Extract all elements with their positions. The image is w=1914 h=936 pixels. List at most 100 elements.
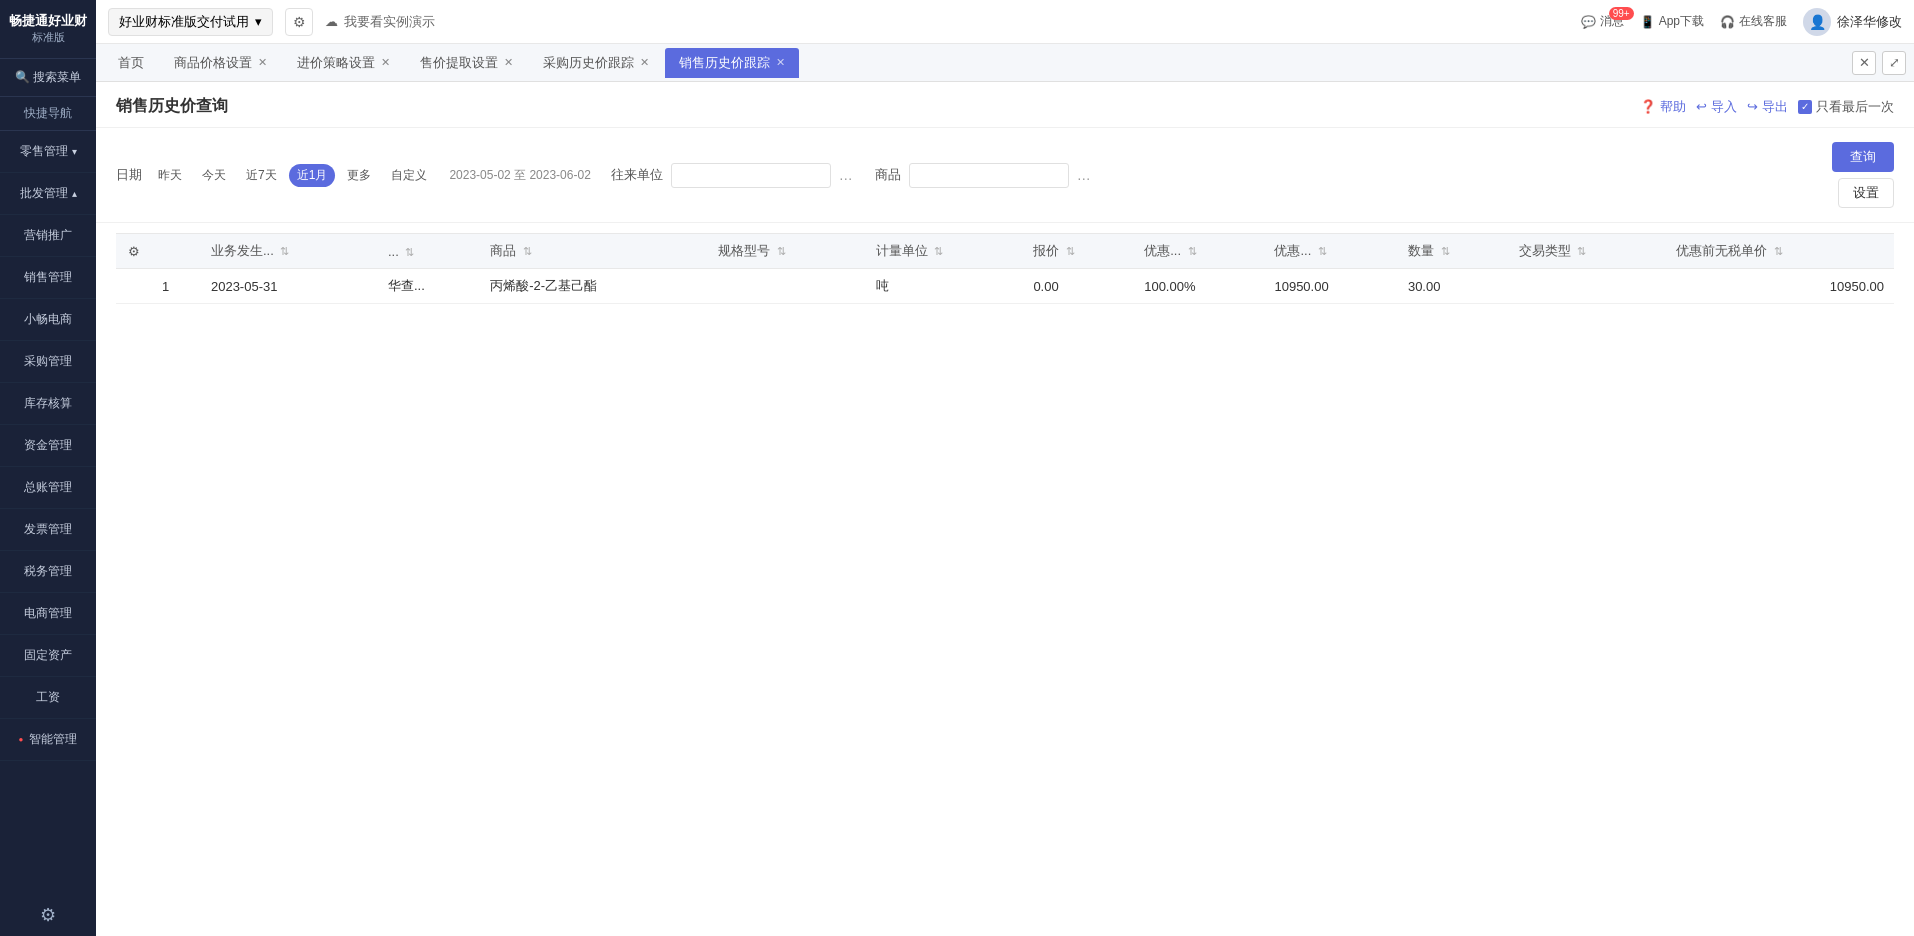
col-spec-label: 规格型号 — [718, 243, 770, 258]
sidebar-item-purchase[interactable]: 采购管理 — [0, 341, 96, 383]
date-filter: 日期 昨天 今天 近7天 近1月 更多 自定义 2023-05-02 至 202… — [116, 164, 591, 187]
sidebar-item-salary[interactable]: 工资 — [0, 677, 96, 719]
export-link[interactable]: ↪ 导出 — [1747, 98, 1788, 116]
sidebar-item-ledger[interactable]: 总账管理 — [0, 467, 96, 509]
sidebar-item-retail[interactable]: 零售管理 ▾ — [0, 131, 96, 173]
topbar: 好业财标准版交付试用 ▾ ⚙ ☁ 我要看实例演示 💬 消息 99+ 📱 App下… — [96, 0, 1914, 44]
partner-dots[interactable]: … — [839, 167, 855, 183]
tab-home[interactable]: 首页 — [104, 48, 158, 78]
partner-label: 往来单位 — [611, 166, 663, 184]
only-last-checkbox[interactable]: 只看最后一次 — [1798, 98, 1894, 116]
sidebar-settings-btn[interactable]: ⚙ — [0, 894, 96, 936]
demo-icon: ☁ — [325, 14, 338, 29]
tab-close-btn[interactable]: ✕ — [1852, 51, 1876, 75]
sidebar-item-smart[interactable]: 智能管理 — [0, 719, 96, 761]
col-discount-pct[interactable]: 优惠... ⇅ — [1134, 234, 1264, 269]
row-pretax-price: 10950.00 — [1666, 269, 1894, 304]
col-pretax-price[interactable]: 优惠前无税单价 ⇅ — [1666, 234, 1894, 269]
date-btn-last1month[interactable]: 近1月 — [289, 164, 336, 187]
topbar-right: 💬 消息 99+ 📱 App下载 🎧 在线客服 👤 徐泽华修改 — [1581, 8, 1902, 36]
app-download-btn[interactable]: 📱 App下载 — [1640, 13, 1704, 30]
product-label: 商品 — [875, 166, 901, 184]
sort-icon: ⇅ — [405, 246, 414, 258]
sort-icon: ⇅ — [1066, 245, 1075, 257]
sidebar-item-assets[interactable]: 固定资产 — [0, 635, 96, 677]
app-logo: 畅捷通好业财 标准版 — [0, 0, 96, 59]
sort-icon: ⇅ — [1774, 245, 1783, 257]
col-discount-amt[interactable]: 优惠... ⇅ — [1264, 234, 1397, 269]
col-unit[interactable]: 计量单位 ⇅ — [866, 234, 1024, 269]
sidebar-item-marketing[interactable]: 营销推广 — [0, 215, 96, 257]
sort-icon: ⇅ — [777, 245, 786, 257]
row-gear — [116, 269, 152, 304]
tab-price[interactable]: 商品价格设置 ✕ — [160, 48, 281, 78]
tab-sales-history-close[interactable]: ✕ — [776, 56, 785, 69]
online-service-btn[interactable]: 🎧 在线客服 — [1720, 13, 1787, 30]
table-header-row: ⚙ 业务发生... ⇅ ... ⇅ 商品 ⇅ — [116, 234, 1894, 269]
message-btn[interactable]: 💬 消息 99+ — [1581, 13, 1624, 30]
chevron-down-icon: ▾ — [255, 14, 262, 29]
import-link[interactable]: ↩ 导入 — [1696, 98, 1737, 116]
demo-link[interactable]: ☁ 我要看实例演示 — [325, 13, 435, 31]
search-menu[interactable]: 🔍 搜索菜单 — [0, 59, 96, 97]
date-btn-custom[interactable]: 自定义 — [383, 164, 435, 187]
sidebar-item-inventory[interactable]: 库存核算 — [0, 383, 96, 425]
col-product[interactable]: 商品 ⇅ — [480, 234, 708, 269]
col-price[interactable]: 报价 ⇅ — [1023, 234, 1134, 269]
sidebar-item-wholesale[interactable]: 批发管理 ▴ — [0, 173, 96, 215]
date-btn-more[interactable]: 更多 — [339, 164, 379, 187]
tab-sale-price-close[interactable]: ✕ — [504, 56, 513, 69]
tab-price-close[interactable]: ✕ — [258, 56, 267, 69]
date-options: 昨天 今天 近7天 近1月 更多 自定义 — [150, 164, 435, 187]
tab-purchase-history[interactable]: 采购历史价跟踪 ✕ — [529, 48, 663, 78]
date-label: 日期 — [116, 166, 142, 184]
app-download-label: App下载 — [1659, 13, 1704, 30]
tab-sale-price-label: 售价提取设置 — [420, 54, 498, 72]
col-extra[interactable]: ... ⇅ — [378, 234, 480, 269]
gear-icon: ⚙ — [40, 905, 56, 925]
partner-input[interactable] — [671, 163, 831, 188]
query-button[interactable]: 查询 — [1832, 142, 1894, 172]
version-select[interactable]: 好业财标准版交付试用 ▾ — [108, 8, 273, 36]
col-qty[interactable]: 数量 ⇅ — [1398, 234, 1509, 269]
data-table: ⚙ 业务发生... ⇅ ... ⇅ 商品 ⇅ — [116, 233, 1894, 304]
page-content: 销售历史价查询 ❓ 帮助 ↩ 导入 ↪ 导出 只看最后一次 — [96, 82, 1914, 936]
app-logo-title: 畅捷通好业财 — [8, 12, 88, 30]
sort-icon: ⇅ — [1318, 245, 1327, 257]
sidebar-item-finance[interactable]: 资金管理 — [0, 425, 96, 467]
chevron-down-icon: ▾ — [72, 146, 77, 157]
tab-sales-history[interactable]: 销售历史价跟踪 ✕ — [665, 48, 799, 78]
sidebar-item-sales[interactable]: 销售管理 — [0, 257, 96, 299]
date-btn-last7[interactable]: 近7天 — [238, 164, 285, 187]
row-discount-amt: 10950.00 — [1264, 269, 1397, 304]
tab-purchase-history-close[interactable]: ✕ — [640, 56, 649, 69]
tab-maximize-btn[interactable]: ⤢ — [1882, 51, 1906, 75]
tab-sale-price[interactable]: 售价提取设置 ✕ — [406, 48, 527, 78]
col-tx-type[interactable]: 交易类型 ⇅ — [1509, 234, 1667, 269]
col-spec[interactable]: 规格型号 ⇅ — [708, 234, 866, 269]
table-wrap: ⚙ 业务发生... ⇅ ... ⇅ 商品 ⇅ — [96, 223, 1914, 314]
tab-strategy[interactable]: 进价策略设置 ✕ — [283, 48, 404, 78]
setting-button[interactable]: 设置 — [1838, 178, 1894, 208]
sidebar-item-invoice[interactable]: 发票管理 — [0, 509, 96, 551]
product-input[interactable] — [909, 163, 1069, 188]
topbar-setting-btn[interactable]: ⚙ — [285, 8, 313, 36]
user-info[interactable]: 👤 徐泽华修改 — [1803, 8, 1902, 36]
sidebar-item-ecommerce[interactable]: 电商管理 — [0, 593, 96, 635]
sidebar-item-tax[interactable]: 税务管理 — [0, 551, 96, 593]
quick-nav[interactable]: 快捷导航 — [0, 97, 96, 131]
gear-icon[interactable]: ⚙ — [128, 244, 140, 259]
product-filter: 商品 … — [875, 163, 1093, 188]
tab-strategy-close[interactable]: ✕ — [381, 56, 390, 69]
sidebar-item-assets-label: 固定资产 — [24, 647, 72, 664]
date-btn-yesterday[interactable]: 昨天 — [150, 164, 190, 187]
version-select-label: 好业财标准版交付试用 — [119, 13, 249, 31]
col-date[interactable]: 业务发生... ⇅ — [201, 234, 378, 269]
help-link[interactable]: ❓ 帮助 — [1640, 98, 1686, 116]
app-logo-sub: 标准版 — [8, 30, 88, 45]
date-btn-today[interactable]: 今天 — [194, 164, 234, 187]
product-dots[interactable]: … — [1077, 167, 1093, 183]
row-price: 0.00 — [1023, 269, 1134, 304]
tabs-actions: ✕ ⤢ — [1852, 51, 1906, 75]
sidebar-item-small-ecommerce[interactable]: 小畅电商 — [0, 299, 96, 341]
